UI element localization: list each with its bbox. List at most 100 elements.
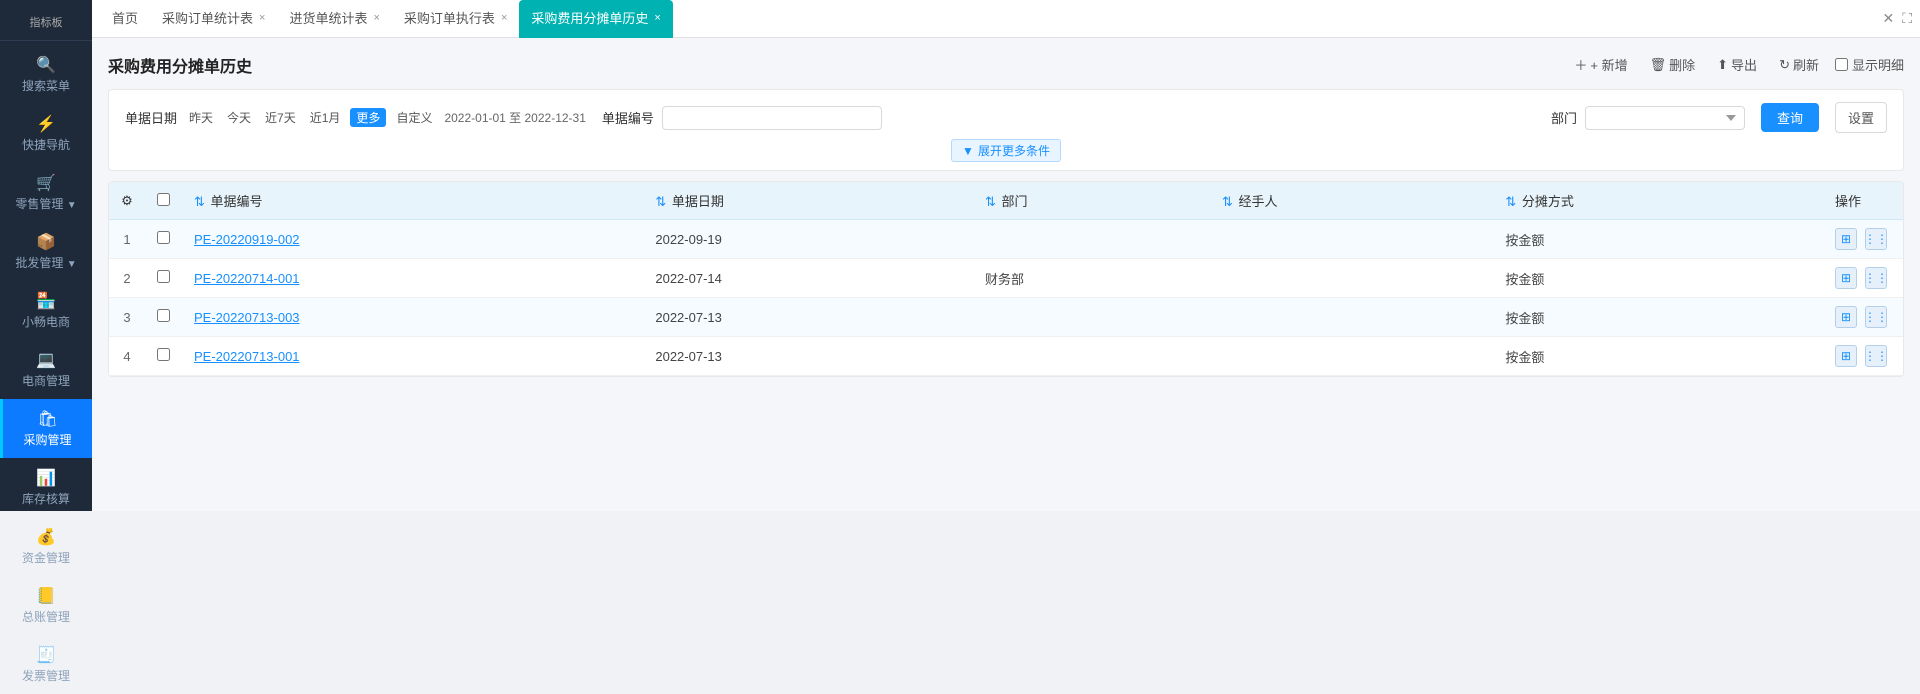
sort-icon: ⇅ bbox=[194, 194, 205, 209]
sidebar-item-invoice[interactable]: 🧾 发票管理 bbox=[0, 635, 92, 694]
row-checkbox[interactable] bbox=[157, 348, 170, 361]
search-menu-icon: 🔍 bbox=[4, 55, 88, 75]
tab-close-icon[interactable]: × bbox=[259, 12, 265, 24]
sidebar-item-retail[interactable]: 🛒 零售管理 ▼ bbox=[0, 163, 92, 222]
tab-close-icon[interactable]: × bbox=[501, 12, 507, 24]
order-no-cell[interactable]: PE-20220713-003 bbox=[182, 298, 643, 337]
expand-btn-label: 展开更多条件 bbox=[978, 142, 1050, 159]
shortcut-today[interactable]: 今天 bbox=[223, 108, 255, 127]
table-row: 4 PE-20220713-001 2022-07-13 按金额 ⊞ ⋮⋮ bbox=[109, 337, 1903, 376]
handler-cell bbox=[1210, 220, 1493, 259]
maximize-icon[interactable]: ⛶ bbox=[1902, 10, 1912, 27]
col-action: 操作 bbox=[1823, 182, 1903, 220]
dept-select[interactable] bbox=[1585, 106, 1745, 130]
row-checkbox[interactable] bbox=[157, 231, 170, 244]
order-no-input[interactable] bbox=[662, 106, 882, 130]
row-number: 3 bbox=[109, 298, 145, 337]
col-order-no: ⇅ 单据编号 bbox=[182, 182, 643, 220]
date-shortcuts: 昨天 今天 近7天 近1月 更多 自定义 bbox=[185, 108, 436, 127]
sidebar-item-label: 采购管理 bbox=[23, 433, 71, 447]
close-all-icon[interactable]: ✕ bbox=[1882, 10, 1894, 27]
more-action-icon[interactable]: ⋮⋮ bbox=[1865, 267, 1887, 289]
filter-row-1: 单据日期 昨天 今天 近7天 近1月 更多 自定义 2022-01-01 至 2… bbox=[125, 102, 1887, 133]
row-checkbox-cell bbox=[145, 337, 182, 376]
shortcut-more[interactable]: 更多 bbox=[350, 108, 386, 127]
tab-purchase-fee-split[interactable]: 采购费用分摊单历史 × bbox=[519, 0, 672, 38]
view-action-icon[interactable]: ⊞ bbox=[1835, 306, 1857, 328]
sidebar-item-label: 库存核算 bbox=[22, 492, 70, 506]
delete-label: 删除 bbox=[1669, 55, 1695, 74]
split-method-cell: 按金额 bbox=[1493, 220, 1823, 259]
sidebar-item-minishop[interactable]: 🏪 小畅电商 bbox=[0, 281, 92, 340]
query-button[interactable]: 查询 bbox=[1761, 103, 1819, 132]
sidebar-item-search[interactable]: 🔍 搜索菜单 bbox=[0, 45, 92, 104]
page-header: 采购费用分摊单历史 ＋ + 新增 🗑 删除 ⬆ 导出 ↻ 刷新 bbox=[108, 52, 1904, 77]
sidebar-item-inventory[interactable]: 📊 库存核算 bbox=[0, 458, 92, 517]
export-label: 导出 bbox=[1731, 55, 1757, 74]
minishop-icon: 🏪 bbox=[4, 291, 88, 311]
col-settings: ⚙ bbox=[109, 182, 145, 220]
tab-close-icon[interactable]: × bbox=[373, 12, 379, 24]
date-filter-label: 单据日期 bbox=[125, 108, 177, 127]
row-checkbox[interactable] bbox=[157, 309, 170, 322]
order-no-cell[interactable]: PE-20220919-002 bbox=[182, 220, 643, 259]
sidebar-item-ledger[interactable]: 📒 总账管理 bbox=[0, 576, 92, 635]
filter-bar: 单据日期 昨天 今天 近7天 近1月 更多 自定义 2022-01-01 至 2… bbox=[108, 89, 1904, 171]
show-detail-checkbox-label[interactable]: 显示明细 bbox=[1835, 55, 1904, 74]
add-button[interactable]: ＋ + 新增 bbox=[1568, 52, 1633, 77]
more-action-icon[interactable]: ⋮⋮ bbox=[1865, 306, 1887, 328]
order-no-filter-group: 单据编号 bbox=[602, 106, 882, 130]
invoice-icon: 🧾 bbox=[4, 645, 88, 665]
tab-purchase-inbound-stat[interactable]: 进货单统计表 × bbox=[277, 0, 391, 38]
shortcut-1month[interactable]: 近1月 bbox=[306, 108, 345, 127]
show-detail-checkbox[interactable] bbox=[1835, 58, 1848, 71]
tab-home-label: 首页 bbox=[112, 8, 138, 27]
shortcut-yesterday[interactable]: 昨天 bbox=[185, 108, 217, 127]
sort-icon: ⇅ bbox=[1505, 194, 1516, 209]
order-no-cell[interactable]: PE-20220713-001 bbox=[182, 337, 643, 376]
tab-purchase-order-stat[interactable]: 采购订单统计表 × bbox=[150, 0, 277, 38]
dept-filter-group: 部门 bbox=[1551, 106, 1745, 130]
col-handler: ⇅ 经手人 bbox=[1210, 182, 1493, 220]
sort-icon: ⇅ bbox=[1222, 194, 1233, 209]
sidebar-item-wholesale[interactable]: 📦 批发管理 ▼ bbox=[0, 222, 92, 281]
handler-cell bbox=[1210, 259, 1493, 298]
settings-icon[interactable]: ⚙ bbox=[121, 193, 133, 208]
delete-button[interactable]: 🗑 删除 bbox=[1644, 52, 1702, 77]
sidebar-item-ecom[interactable]: 💻 电商管理 bbox=[0, 340, 92, 399]
row-checkbox[interactable] bbox=[157, 270, 170, 283]
more-action-icon[interactable]: ⋮⋮ bbox=[1865, 345, 1887, 367]
tab-close-icon[interactable]: × bbox=[654, 12, 660, 24]
sidebar-item-finance[interactable]: 💰 资金管理 bbox=[0, 517, 92, 576]
sort-icon: ⇅ bbox=[985, 194, 996, 209]
tab-bar-controls: ✕ ⛶ bbox=[1882, 10, 1912, 27]
order-no-cell[interactable]: PE-20220714-001 bbox=[182, 259, 643, 298]
data-table: ⚙ ⇅ 单据编号 ⇅ 单据日期 bbox=[108, 181, 1904, 377]
shortcut-custom[interactable]: 自定义 bbox=[392, 108, 436, 127]
sidebar-item-purchase[interactable]: 🛍 采购管理 bbox=[0, 399, 92, 458]
expand-more-button[interactable]: ▼ 展开更多条件 bbox=[951, 139, 1061, 162]
export-button[interactable]: ⬆ 导出 bbox=[1711, 52, 1763, 77]
sidebar-item-label: 快捷导航 bbox=[22, 138, 70, 152]
view-action-icon[interactable]: ⊞ bbox=[1835, 267, 1857, 289]
more-action-icon[interactable]: ⋮⋮ bbox=[1865, 228, 1887, 250]
tab-home[interactable]: 首页 bbox=[100, 0, 150, 38]
table-header-row: ⚙ ⇅ 单据编号 ⇅ 单据日期 bbox=[109, 182, 1903, 220]
row-checkbox-cell bbox=[145, 220, 182, 259]
select-all-checkbox[interactable] bbox=[157, 193, 170, 206]
col-checkbox bbox=[145, 182, 182, 220]
sidebar-item-quicknav[interactable]: ⚡ 快捷导航 bbox=[0, 104, 92, 163]
delete-icon: 🗑 bbox=[1650, 57, 1667, 73]
shortcut-7days[interactable]: 近7天 bbox=[261, 108, 300, 127]
sidebar-item-label: 搜索菜单 bbox=[22, 79, 70, 93]
refresh-button[interactable]: ↻ 刷新 bbox=[1773, 52, 1825, 77]
view-action-icon[interactable]: ⊞ bbox=[1835, 228, 1857, 250]
dept-cell bbox=[973, 337, 1210, 376]
order-date-cell: 2022-07-13 bbox=[643, 298, 973, 337]
export-icon: ⬆ bbox=[1717, 57, 1728, 73]
filter-setting-button[interactable]: 设置 bbox=[1835, 102, 1887, 133]
tab-purchase-order-exec[interactable]: 采购订单执行表 × bbox=[392, 0, 519, 38]
row-checkbox-cell bbox=[145, 298, 182, 337]
table-row: 2 PE-20220714-001 2022-07-14 财务部 按金额 ⊞ ⋮… bbox=[109, 259, 1903, 298]
view-action-icon[interactable]: ⊞ bbox=[1835, 345, 1857, 367]
